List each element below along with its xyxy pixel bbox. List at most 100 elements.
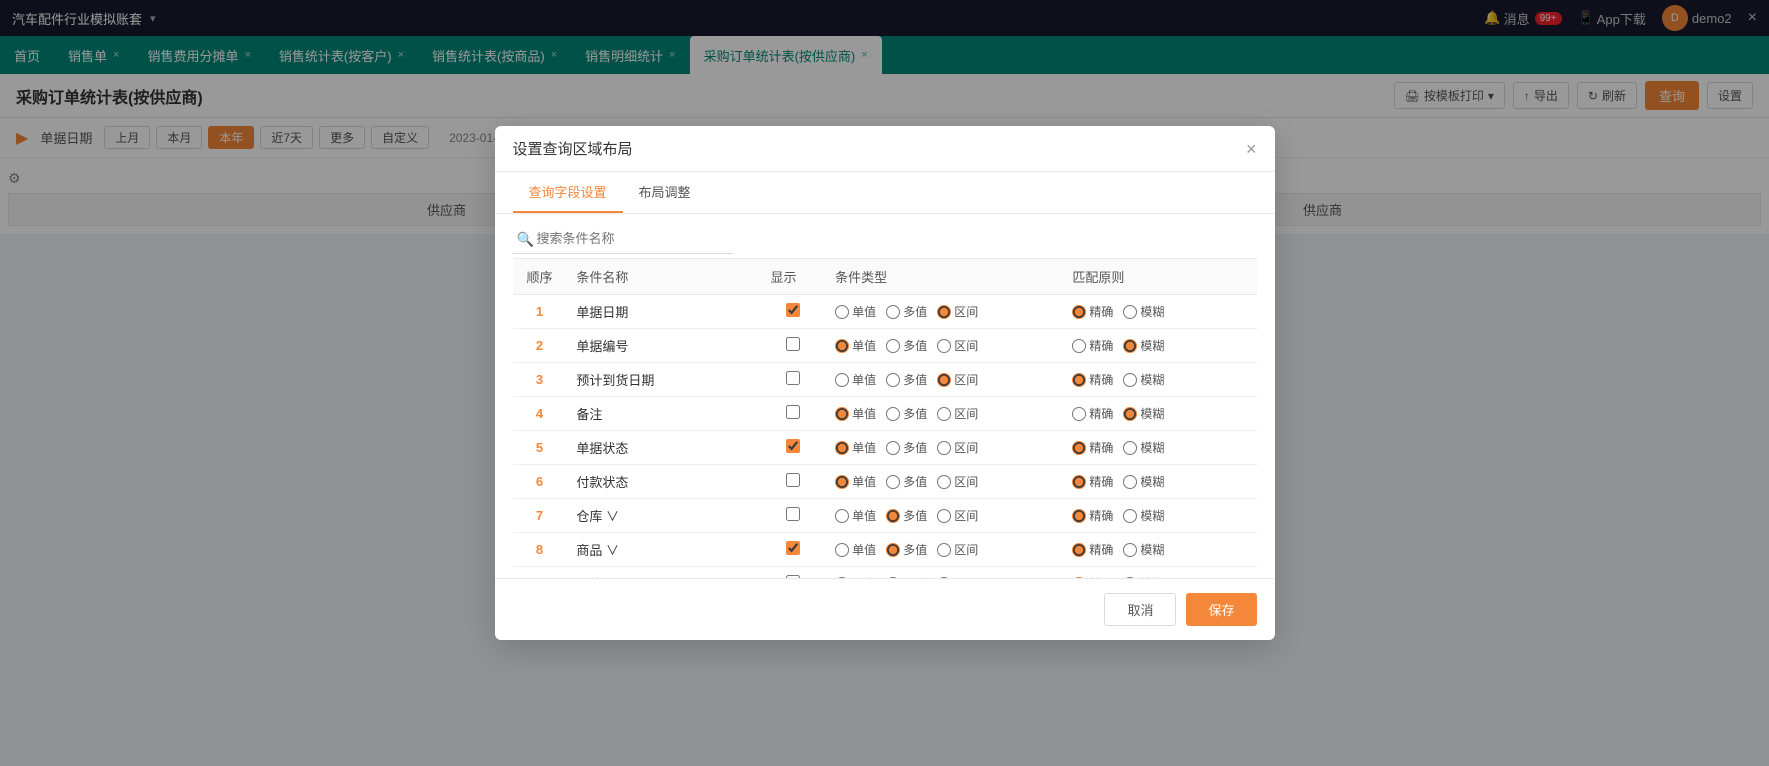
cell-display[interactable] (760, 431, 825, 465)
radio-match_exact[interactable]: 精确 (1072, 405, 1113, 422)
radio-input-type_multi[interactable] (886, 373, 900, 387)
display-checkbox[interactable] (786, 371, 800, 385)
display-checkbox[interactable] (786, 337, 800, 351)
display-checkbox[interactable] (786, 507, 800, 521)
radio-type_single[interactable]: 单值 (835, 337, 876, 354)
radio-input-type_single[interactable] (835, 407, 849, 421)
radio-type_range[interactable]: 区间 (937, 507, 978, 524)
radio-input-match_exact[interactable] (1072, 509, 1086, 523)
radio-input-match_exact[interactable] (1072, 373, 1086, 387)
radio-type_multi[interactable]: 多值 (886, 303, 927, 320)
save-btn[interactable]: 保存 (1186, 593, 1256, 626)
radio-input-type_range[interactable] (937, 475, 951, 489)
radio-input-type_single[interactable] (835, 373, 849, 387)
radio-type_single[interactable]: 单值 (835, 473, 876, 490)
radio-type_single[interactable]: 单值 (835, 371, 876, 388)
radio-type_multi[interactable]: 多值 (886, 405, 927, 422)
display-checkbox[interactable] (786, 473, 800, 487)
radio-input-type_multi[interactable] (886, 339, 900, 353)
radio-input-type_single[interactable] (835, 305, 849, 319)
radio-type_multi[interactable]: 多值 (886, 473, 927, 490)
radio-type_multi[interactable]: 多值 (886, 439, 927, 456)
radio-input-match_exact[interactable] (1072, 305, 1086, 319)
radio-input-type_multi[interactable] (886, 305, 900, 319)
dialog-tab-query-fields[interactable]: 查询字段设置 (513, 172, 623, 213)
radio-match_fuzzy[interactable]: 模糊 (1123, 303, 1164, 320)
radio-input-type_multi[interactable] (886, 441, 900, 455)
radio-match_fuzzy[interactable]: 模糊 (1123, 507, 1164, 524)
radio-input-match_fuzzy[interactable] (1123, 407, 1137, 421)
radio-input-match_exact[interactable] (1072, 475, 1086, 489)
radio-type_multi[interactable]: 多值 (886, 507, 927, 524)
radio-input-type_range[interactable] (937, 509, 951, 523)
radio-input-type_single[interactable] (835, 339, 849, 353)
radio-type_multi[interactable]: 多值 (886, 541, 927, 558)
display-checkbox[interactable] (786, 303, 800, 317)
radio-match_exact[interactable]: 精确 (1072, 507, 1113, 524)
radio-type_range[interactable]: 区间 (937, 405, 978, 422)
radio-input-type_multi[interactable] (886, 543, 900, 557)
radio-type_range[interactable]: 区间 (937, 337, 978, 354)
radio-match_fuzzy[interactable]: 模糊 (1123, 371, 1164, 388)
radio-type_range[interactable]: 区间 (937, 303, 978, 320)
radio-input-type_range[interactable] (937, 339, 951, 353)
radio-input-type_single[interactable] (835, 441, 849, 455)
radio-input-type_multi[interactable] (886, 475, 900, 489)
radio-input-match_exact[interactable] (1072, 339, 1086, 353)
radio-type_range[interactable]: 区间 (937, 371, 978, 388)
radio-match_exact[interactable]: 精确 (1072, 473, 1113, 490)
radio-match_fuzzy[interactable]: 模糊 (1123, 405, 1164, 422)
search-input[interactable] (513, 224, 733, 254)
cancel-btn[interactable]: 取消 (1104, 593, 1176, 626)
cell-display[interactable] (760, 499, 825, 533)
display-checkbox[interactable] (786, 405, 800, 419)
radio-type_single[interactable]: 单值 (835, 439, 876, 456)
radio-input-type_range[interactable] (937, 407, 951, 421)
radio-input-match_fuzzy[interactable] (1123, 373, 1137, 387)
radio-match_exact[interactable]: 精确 (1072, 303, 1113, 320)
radio-input-match_exact[interactable] (1072, 407, 1086, 421)
radio-type_range[interactable]: 区间 (937, 439, 978, 456)
radio-input-type_multi[interactable] (886, 509, 900, 523)
radio-input-type_range[interactable] (937, 441, 951, 455)
radio-input-match_fuzzy[interactable] (1123, 339, 1137, 353)
radio-input-match_fuzzy[interactable] (1123, 305, 1137, 319)
cell-display[interactable] (760, 397, 825, 431)
radio-type_single[interactable]: 单值 (835, 405, 876, 422)
radio-input-type_range[interactable] (937, 373, 951, 387)
radio-input-type_single[interactable] (835, 543, 849, 557)
radio-type_range[interactable]: 区间 (937, 541, 978, 558)
radio-match_exact[interactable]: 精确 (1072, 439, 1113, 456)
cell-display[interactable] (760, 363, 825, 397)
radio-match_fuzzy[interactable]: 模糊 (1123, 541, 1164, 558)
cell-display[interactable] (760, 567, 825, 579)
radio-match_exact[interactable]: 精确 (1072, 541, 1113, 558)
radio-match_fuzzy[interactable]: 模糊 (1123, 439, 1164, 456)
radio-input-match_exact[interactable] (1072, 543, 1086, 557)
radio-input-type_range[interactable] (937, 305, 951, 319)
radio-type_single[interactable]: 单值 (835, 541, 876, 558)
radio-match_fuzzy[interactable]: 模糊 (1123, 337, 1164, 354)
cell-display[interactable] (760, 465, 825, 499)
radio-type_single[interactable]: 单值 (835, 507, 876, 524)
radio-input-match_fuzzy[interactable] (1123, 475, 1137, 489)
cell-display[interactable] (760, 295, 825, 329)
radio-input-type_multi[interactable] (886, 407, 900, 421)
radio-type_range[interactable]: 区间 (937, 473, 978, 490)
radio-input-type_single[interactable] (835, 475, 849, 489)
radio-type_multi[interactable]: 多值 (886, 371, 927, 388)
radio-match_fuzzy[interactable]: 模糊 (1123, 473, 1164, 490)
radio-type_single[interactable]: 单值 (835, 303, 876, 320)
radio-type_multi[interactable]: 多值 (886, 337, 927, 354)
radio-input-match_fuzzy[interactable] (1123, 441, 1137, 455)
cell-display[interactable] (760, 329, 825, 363)
radio-input-match_fuzzy[interactable] (1123, 543, 1137, 557)
cell-display[interactable] (760, 533, 825, 567)
display-checkbox[interactable] (786, 439, 800, 453)
radio-input-type_range[interactable] (937, 543, 951, 557)
display-checkbox[interactable] (786, 541, 800, 555)
radio-input-match_fuzzy[interactable] (1123, 509, 1137, 523)
dialog-tab-layout[interactable]: 布局调整 (623, 172, 707, 213)
radio-match_exact[interactable]: 精确 (1072, 337, 1113, 354)
radio-input-type_single[interactable] (835, 509, 849, 523)
